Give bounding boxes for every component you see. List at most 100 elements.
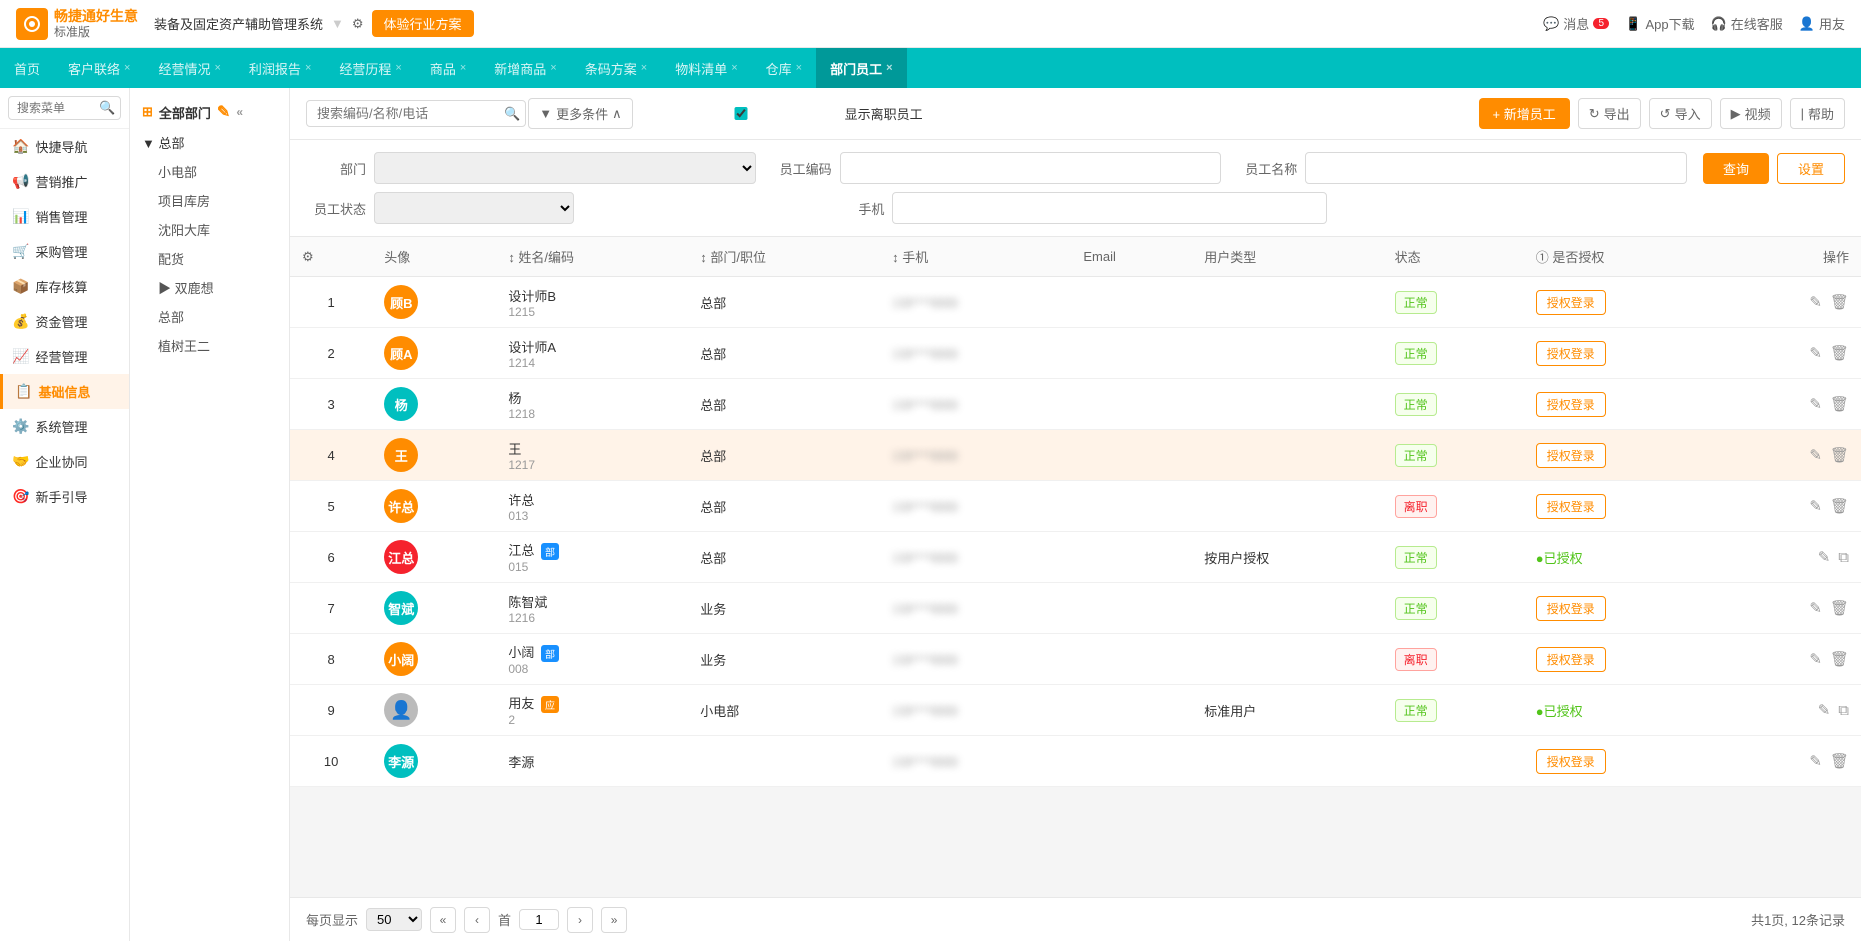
tab-barcode[interactable]: 条码方案 × xyxy=(571,48,661,88)
copy-icon[interactable]: ⧉ xyxy=(1838,702,1849,719)
dept-select[interactable] xyxy=(374,152,756,184)
edit-icon[interactable]: ✎ xyxy=(1809,650,1822,668)
delete-icon[interactable]: 🗑 xyxy=(1830,599,1849,617)
close-icon[interactable]: × xyxy=(641,62,647,74)
edit-icon[interactable]: ✎ xyxy=(1809,599,1822,617)
auth-button[interactable]: 授权登录 xyxy=(1536,596,1606,621)
auth-button[interactable]: 授权登录 xyxy=(1536,341,1606,366)
online-service-button[interactable]: 🎧 在线客服 xyxy=(1711,14,1783,33)
sidebar-item-collab[interactable]: 🤝 企业协同 xyxy=(0,444,129,479)
sidebar-item-quicknav[interactable]: 🏠 快捷导航 xyxy=(0,129,129,164)
last-page-button[interactable]: » xyxy=(601,907,627,933)
tab-dept-employee[interactable]: 部门员工 × xyxy=(816,48,906,88)
delete-icon[interactable]: 🗑 xyxy=(1830,650,1849,668)
show-resigned-checkbox[interactable]: 显示离职员工 xyxy=(641,104,923,123)
add-employee-button[interactable]: + 新增员工 xyxy=(1479,98,1570,129)
edit-icon[interactable]: ✎ xyxy=(1818,548,1831,566)
dept-node-peihuo[interactable]: 配货 xyxy=(130,244,289,273)
tab-business[interactable]: 经营情况 × xyxy=(144,48,234,88)
tab-home[interactable]: 首页 xyxy=(0,48,54,88)
tab-profit[interactable]: 利润报告 × xyxy=(235,48,325,88)
app-download-button[interactable]: 📱 App下载 xyxy=(1625,14,1694,33)
dept-node-zhishu[interactable]: 植树王二 xyxy=(130,331,289,360)
tab-customer[interactable]: 客户联络 × xyxy=(54,48,144,88)
delete-icon[interactable]: 🗑 xyxy=(1830,752,1849,770)
tab-add-goods[interactable]: 新增商品 × xyxy=(480,48,570,88)
sidebar-item-marketing[interactable]: 📢 营销推广 xyxy=(0,164,129,199)
search-button[interactable]: 查询 xyxy=(1703,153,1769,184)
message-button[interactable]: 💬 消息 5 xyxy=(1543,14,1609,33)
search-input[interactable] xyxy=(306,100,526,127)
help-button[interactable]: | 帮助 xyxy=(1790,98,1845,129)
sidebar-item-system[interactable]: ⚙️ 系统管理 xyxy=(0,409,129,444)
sidebar-item-basic-info[interactable]: 📋 基础信息 xyxy=(0,374,129,409)
delete-icon[interactable]: 🗑 xyxy=(1830,446,1849,464)
edit-dept-icon[interactable]: ✎ xyxy=(217,102,230,122)
close-icon[interactable]: × xyxy=(731,62,737,74)
emp-code-input[interactable] xyxy=(840,152,1222,184)
close-icon[interactable]: × xyxy=(124,62,130,74)
dept-node-zongbu-parent[interactable]: ▼ 总部 xyxy=(130,128,289,157)
sidebar-item-finance[interactable]: 💰 资金管理 xyxy=(0,304,129,339)
page-size-select[interactable]: 50 100 200 xyxy=(366,908,422,931)
auth-button[interactable]: 授权登录 xyxy=(1536,494,1606,519)
try-button[interactable]: 体验行业方案 xyxy=(372,10,474,37)
close-icon[interactable]: × xyxy=(796,62,802,74)
delete-icon[interactable]: 🗑 xyxy=(1830,293,1849,311)
sidebar-item-management[interactable]: 📈 经营管理 xyxy=(0,339,129,374)
dept-node-zongbu-child[interactable]: 总部 xyxy=(130,302,289,331)
delete-icon[interactable]: 🗑 xyxy=(1830,344,1849,362)
dept-node-shuanglu[interactable]: ▶ 双鹿想 xyxy=(130,273,289,302)
dept-node-shenyang[interactable]: 沈阳大库 xyxy=(130,215,289,244)
auth-button[interactable]: 授权登录 xyxy=(1536,290,1606,315)
prev-page-button[interactable]: ‹ xyxy=(464,907,490,933)
close-icon[interactable]: × xyxy=(886,62,892,74)
delete-icon[interactable]: 🗑 xyxy=(1830,395,1849,413)
dept-node-xiaodian[interactable]: 小电部 xyxy=(130,157,289,186)
close-icon[interactable]: × xyxy=(460,62,466,74)
first-page-button[interactable]: « xyxy=(430,907,456,933)
edit-icon[interactable]: ✎ xyxy=(1809,344,1822,362)
view-button[interactable]: ▶ 视频 xyxy=(1720,98,1782,129)
more-conditions-button[interactable]: ▼ 更多条件 ∧ xyxy=(528,98,632,129)
auth-button[interactable]: 授权登录 xyxy=(1536,392,1606,417)
show-resigned-input[interactable] xyxy=(641,107,841,120)
close-icon[interactable]: × xyxy=(305,62,311,74)
page-input[interactable] xyxy=(519,909,559,930)
emp-name-input[interactable] xyxy=(1305,152,1687,184)
sidebar-item-inventory[interactable]: 📦 库存核算 xyxy=(0,269,129,304)
sidebar-item-guide[interactable]: 🎯 新手引导 xyxy=(0,479,129,514)
emp-status-select[interactable] xyxy=(374,192,574,224)
edit-icon[interactable]: ✎ xyxy=(1809,446,1822,464)
tab-warehouse[interactable]: 仓库 × xyxy=(752,48,816,88)
close-icon[interactable]: × xyxy=(550,62,556,74)
collapse-dept-icon[interactable]: « xyxy=(236,105,243,119)
tab-bom[interactable]: 物料清单 × xyxy=(661,48,751,88)
tab-history[interactable]: 经营历程 × xyxy=(325,48,415,88)
tab-goods[interactable]: 商品 × xyxy=(416,48,480,88)
sidebar-item-sales[interactable]: 📊 销售管理 xyxy=(0,199,129,234)
close-icon[interactable]: × xyxy=(214,62,220,74)
next-page-button[interactable]: › xyxy=(567,907,593,933)
import-button[interactable]: ↺ 导入 xyxy=(1649,98,1712,129)
auth-button[interactable]: 授权登录 xyxy=(1536,749,1606,774)
dept-node-project[interactable]: 项目库房 xyxy=(130,186,289,215)
edit-icon[interactable]: ✎ xyxy=(1809,497,1822,515)
row-email xyxy=(1071,583,1192,634)
close-icon[interactable]: × xyxy=(395,62,401,74)
sidebar-item-purchase[interactable]: 🛒 采购管理 xyxy=(0,234,129,269)
edit-icon[interactable]: ✎ xyxy=(1809,395,1822,413)
edit-icon[interactable]: ✎ xyxy=(1809,293,1822,311)
auth-button[interactable]: 授权登录 xyxy=(1536,647,1606,672)
set-button[interactable]: 设置 xyxy=(1777,153,1845,184)
edit-icon[interactable]: ✎ xyxy=(1809,752,1822,770)
phone-input[interactable] xyxy=(892,192,1326,224)
user-button[interactable]: 👤 用友 xyxy=(1799,14,1845,33)
gear-icon[interactable]: ⚙ xyxy=(352,16,364,32)
copy-icon[interactable]: ⧉ xyxy=(1838,549,1849,566)
edit-icon[interactable]: ✎ xyxy=(1818,701,1831,719)
export-button[interactable]: ↻ 导出 xyxy=(1578,98,1641,129)
delete-icon[interactable]: 🗑 xyxy=(1830,497,1849,515)
auth-button[interactable]: 授权登录 xyxy=(1536,443,1606,468)
user-icon: 👤 xyxy=(1799,16,1815,32)
